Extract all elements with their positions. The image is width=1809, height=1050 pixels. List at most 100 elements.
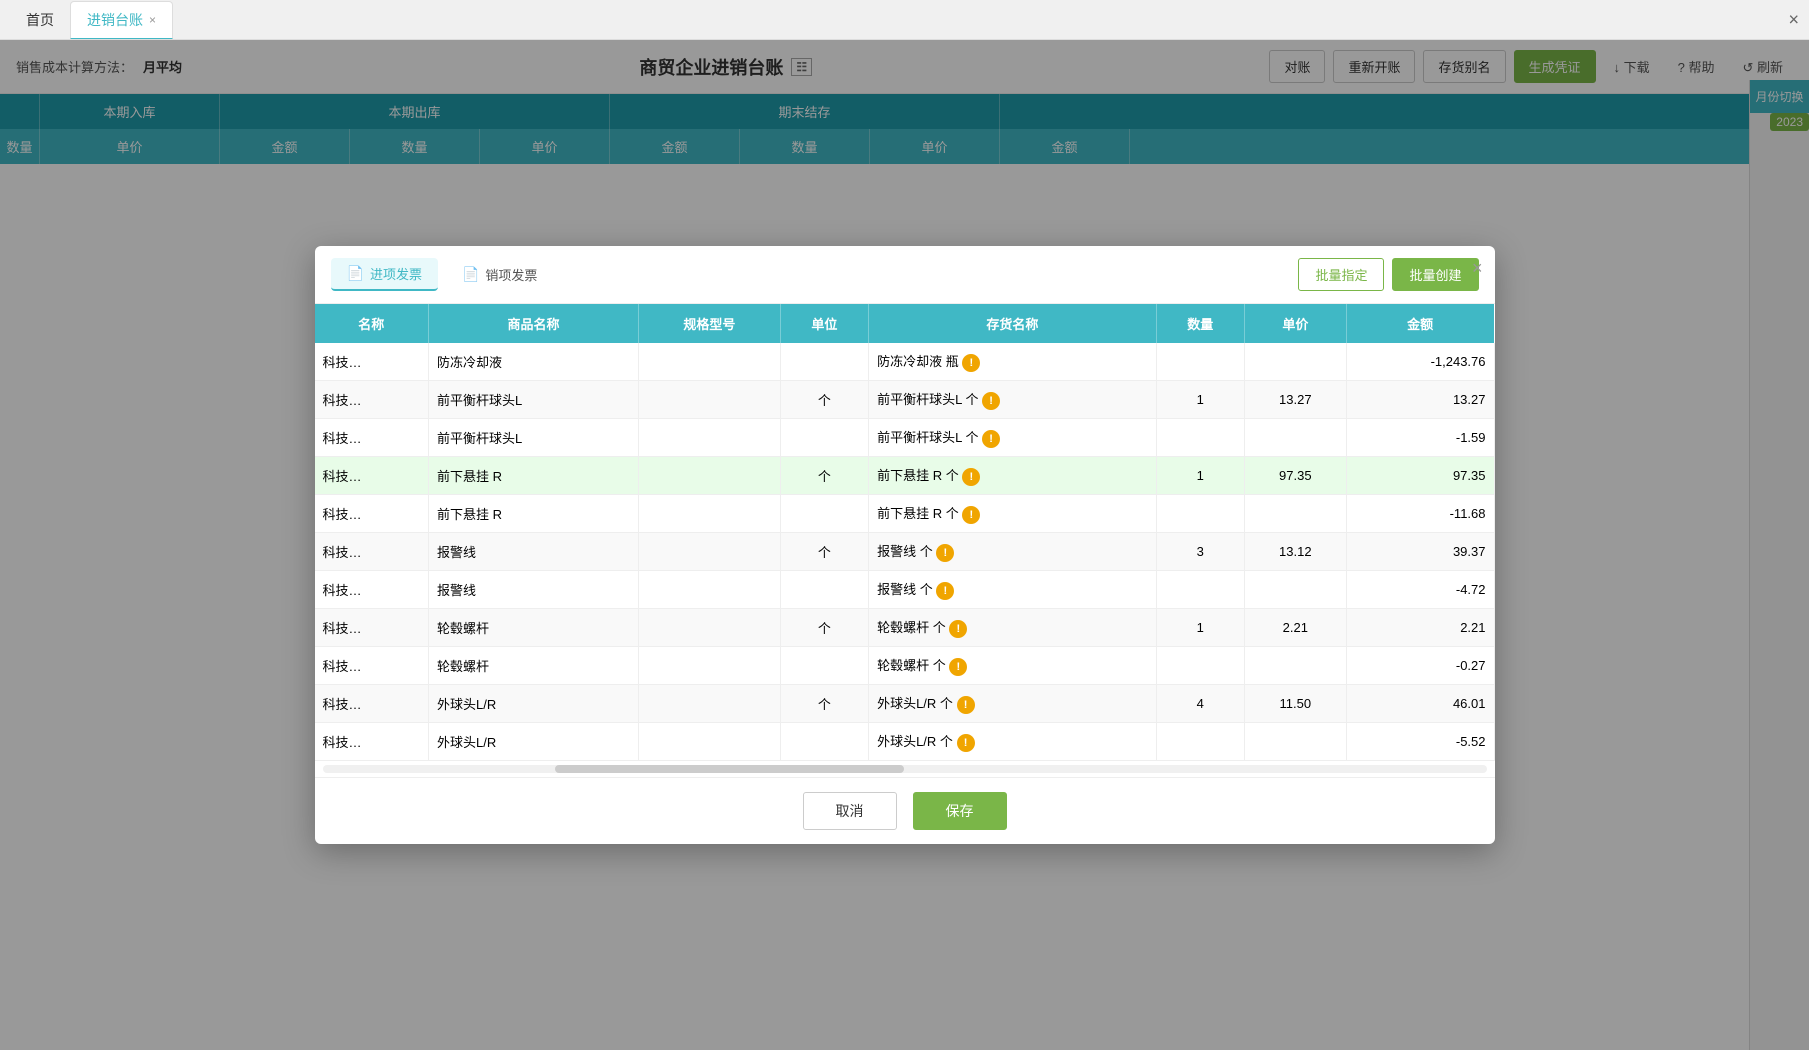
horizontal-scrollbar[interactable]	[323, 765, 1487, 773]
cell-name: 科技…	[315, 381, 429, 419]
cell-unit: 个	[780, 685, 868, 723]
modal-table: 名称 商品名称 规格型号 单位 存货名称 数量 单价 金额 科技… 防冻冷却液	[315, 304, 1495, 777]
cell-spec	[638, 419, 780, 457]
cell-quantity: 4	[1156, 685, 1244, 723]
cell-product: 外球头L/R	[429, 685, 639, 723]
cell-name: 科技…	[315, 457, 429, 495]
save-button[interactable]: 保存	[913, 792, 1007, 830]
cell-inventory: 报警线 个 !	[869, 533, 1157, 571]
batch-assign-button[interactable]: 批量指定	[1298, 258, 1384, 291]
warning-icon: !	[982, 392, 1000, 410]
tab-close-icon[interactable]: ×	[149, 13, 156, 27]
batch-create-button[interactable]: 批量创建	[1392, 258, 1478, 291]
cell-quantity: 3	[1156, 533, 1244, 571]
cell-quantity	[1156, 419, 1244, 457]
cell-name: 科技…	[315, 647, 429, 685]
cell-spec	[638, 381, 780, 419]
cell-inventory: 前平衡杆球头L 个 !	[869, 419, 1157, 457]
cell-product: 轮毂螺杆	[429, 647, 639, 685]
tab-output-invoice[interactable]: 📄 销项发票	[446, 259, 553, 290]
cell-spec	[638, 647, 780, 685]
cell-unit-price: 11.50	[1244, 685, 1346, 723]
cell-unit-price	[1244, 647, 1346, 685]
cell-unit-price: 97.35	[1244, 457, 1346, 495]
cell-unit-price	[1244, 723, 1346, 761]
cell-inventory: 防冻冷却液 瓶 !	[869, 343, 1157, 381]
cell-inventory: 前下悬挂 R 个 !	[869, 495, 1157, 533]
cell-unit: 个	[780, 457, 868, 495]
modal-header-buttons: 批量指定 批量创建	[1298, 258, 1478, 291]
cell-quantity	[1156, 495, 1244, 533]
table-row: 科技… 前下悬挂 R 前下悬挂 R 个 ! -11.68	[315, 495, 1495, 533]
cell-product: 防冻冷却液	[429, 343, 639, 381]
cell-quantity	[1156, 647, 1244, 685]
warning-icon: !	[936, 544, 954, 562]
warning-icon: !	[962, 354, 980, 372]
col-unit-price: 单价	[1244, 304, 1346, 343]
cell-amount: -4.72	[1346, 571, 1494, 609]
cell-spec	[638, 343, 780, 381]
cell-unit-price	[1244, 343, 1346, 381]
cell-spec	[638, 723, 780, 761]
table-row: 科技… 报警线 个 报警线 个 ! 3 13.12 39.37	[315, 533, 1495, 571]
table-row: 科技… 轮毂螺杆 个 轮毂螺杆 个 ! 1 2.21 2.21	[315, 609, 1495, 647]
cell-spec	[638, 495, 780, 533]
tab-bar: 首页 进销台账 × ×	[0, 0, 1809, 40]
table-row: 科技… 轮毂螺杆 轮毂螺杆 个 ! -0.27	[315, 647, 1495, 685]
cell-unit	[780, 419, 868, 457]
cell-amount: -11.68	[1346, 495, 1494, 533]
tab-home[interactable]: 首页	[10, 2, 70, 38]
warning-icon: !	[957, 696, 975, 714]
tab-active[interactable]: 进销台账 ×	[70, 1, 173, 39]
modal-dialog: 📄 进项发票 📄 销项发票 批量指定 批量创建 ×	[315, 246, 1495, 844]
table-row: 科技… 外球头L/R 外球头L/R 个 ! -5.52	[315, 723, 1495, 761]
col-inventory: 存货名称	[869, 304, 1157, 343]
table-row: 科技… 外球头L/R 个 外球头L/R 个 ! 4 11.50 46.01	[315, 685, 1495, 723]
cell-quantity	[1156, 343, 1244, 381]
cell-amount: 39.37	[1346, 533, 1494, 571]
window-close-icon[interactable]: ×	[1788, 9, 1799, 30]
cell-unit: 个	[780, 609, 868, 647]
table-row: 科技… 前平衡杆球头L 个 前平衡杆球头L 个 ! 1 13.27 13.27	[315, 381, 1495, 419]
cell-inventory: 外球头L/R 个 !	[869, 685, 1157, 723]
scroll-thumb[interactable]	[555, 765, 904, 773]
col-amount: 金额	[1346, 304, 1494, 343]
modal-overlay: 📄 进项发票 📄 销项发票 批量指定 批量创建 ×	[0, 40, 1809, 1050]
modal-close-icon[interactable]: ×	[1472, 258, 1483, 279]
table-row: 科技… 报警线 报警线 个 ! -4.72	[315, 571, 1495, 609]
table-row: 科技… 防冻冷却液 防冻冷却液 瓶 ! -1,243.76	[315, 343, 1495, 381]
cell-quantity: 1	[1156, 609, 1244, 647]
cell-inventory: 前平衡杆球头L 个 !	[869, 381, 1157, 419]
cell-quantity	[1156, 571, 1244, 609]
cell-inventory: 轮毂螺杆 个 !	[869, 647, 1157, 685]
warning-icon: !	[962, 506, 980, 524]
warning-icon: !	[982, 430, 1000, 448]
cell-amount: -5.52	[1346, 723, 1494, 761]
cell-amount: -1.59	[1346, 419, 1494, 457]
table-row: 科技… 前下悬挂 R 个 前下悬挂 R 个 ! 1 97.35 97.35	[315, 457, 1495, 495]
cell-quantity	[1156, 723, 1244, 761]
col-product: 商品名称	[429, 304, 639, 343]
cell-product: 前下悬挂 R	[429, 495, 639, 533]
tab-input-invoice[interactable]: 📄 进项发票	[331, 258, 438, 291]
cell-unit-price: 2.21	[1244, 609, 1346, 647]
col-spec: 规格型号	[638, 304, 780, 343]
cell-name: 科技…	[315, 533, 429, 571]
warning-icon: !	[962, 468, 980, 486]
cell-name: 科技…	[315, 609, 429, 647]
cell-product: 轮毂螺杆	[429, 609, 639, 647]
cell-product: 外球头L/R	[429, 723, 639, 761]
cancel-button[interactable]: 取消	[803, 792, 897, 830]
cell-product: 前下悬挂 R	[429, 457, 639, 495]
warning-icon: !	[936, 582, 954, 600]
cell-quantity: 1	[1156, 381, 1244, 419]
cell-spec	[638, 609, 780, 647]
cell-inventory: 轮毂螺杆 个 !	[869, 609, 1157, 647]
cell-inventory: 报警线 个 !	[869, 571, 1157, 609]
cell-unit	[780, 647, 868, 685]
modal-header: 📄 进项发票 📄 销项发票 批量指定 批量创建 ×	[315, 246, 1495, 304]
cell-amount: 2.21	[1346, 609, 1494, 647]
cell-inventory: 前下悬挂 R 个 !	[869, 457, 1157, 495]
cell-name: 科技…	[315, 685, 429, 723]
cell-name: 科技…	[315, 723, 429, 761]
